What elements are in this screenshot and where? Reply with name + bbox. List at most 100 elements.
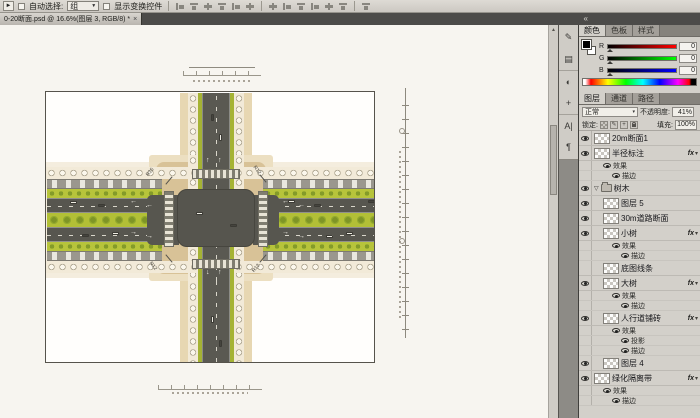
layer-thumbnail[interactable] xyxy=(603,312,619,324)
visibility-eye-icon[interactable] xyxy=(612,328,620,333)
layer-row[interactable]: 人行道铺砖 fx ▾ xyxy=(579,311,700,326)
visibility-eye-icon[interactable] xyxy=(581,215,589,221)
fx-chevron-icon[interactable]: ▾ xyxy=(694,315,700,322)
layer-effect-row[interactable]: 描边 xyxy=(579,346,700,356)
distribute-right-icon[interactable] xyxy=(338,1,349,11)
character-panel-icon[interactable]: A| xyxy=(559,114,578,136)
align-middle-icon[interactable] xyxy=(231,1,242,11)
visibility-eye-icon[interactable] xyxy=(581,315,589,321)
layer-effect-row[interactable]: 描边 xyxy=(579,251,700,261)
layer-row[interactable]: 绿化隔离带 fx ▾ xyxy=(579,371,700,386)
layer-row[interactable]: 20m断面1 xyxy=(579,131,700,146)
visibility-eye-icon[interactable] xyxy=(581,230,589,236)
layer-row[interactable]: 图层 4 xyxy=(579,356,700,371)
auto-align-icon[interactable] xyxy=(361,1,372,11)
layer-effect-row[interactable]: 效果 xyxy=(579,161,700,171)
distribute-left-icon[interactable] xyxy=(310,1,321,11)
tab-color[interactable]: 颜色 xyxy=(579,25,606,36)
blend-mode-dropdown[interactable]: 正常 ▾ xyxy=(582,107,638,117)
fx-chevron-icon[interactable]: ▾ xyxy=(694,230,700,237)
layer-row[interactable]: 图层 5 xyxy=(579,196,700,211)
align-center-h-icon[interactable] xyxy=(189,1,200,11)
visibility-eye-icon[interactable] xyxy=(612,173,620,178)
fx-chevron-icon[interactable]: ▾ xyxy=(694,280,700,287)
opacity-field[interactable]: 41% xyxy=(671,107,694,117)
clone-source-panel-icon[interactable]: ▤ xyxy=(559,48,578,70)
tab-swatches[interactable]: 色板 xyxy=(606,25,633,36)
brush-panel-icon[interactable]: ✎ xyxy=(559,26,578,48)
layer-thumbnail[interactable] xyxy=(594,132,610,144)
tab-channels[interactable]: 通道 xyxy=(606,93,633,104)
distribute-center-icon[interactable] xyxy=(324,1,335,11)
layer-effect-row[interactable]: 描边 xyxy=(579,171,700,181)
close-icon[interactable]: × xyxy=(133,16,137,23)
layer-row[interactable]: 小树 fx ▾ xyxy=(579,226,700,241)
layer-row[interactable]: 30m道路断面 xyxy=(579,211,700,226)
visibility-eye-icon[interactable] xyxy=(581,135,589,141)
visibility-eye-icon[interactable] xyxy=(621,348,629,353)
blue-value-field[interactable]: 0 xyxy=(679,65,697,75)
lock-transparency-icon[interactable] xyxy=(599,120,608,129)
layer-row[interactable]: 大树 fx ▾ xyxy=(579,276,700,291)
tab-paths[interactable]: 路径 xyxy=(633,93,660,104)
layer-thumbnail[interactable] xyxy=(603,357,619,369)
fx-chevron-icon[interactable]: ▾ xyxy=(694,150,700,157)
green-value-field[interactable]: 0 xyxy=(679,53,697,63)
red-value-field[interactable]: 0 xyxy=(679,41,697,51)
align-bottom-icon[interactable] xyxy=(245,1,256,11)
visibility-eye-icon[interactable] xyxy=(612,293,620,298)
layer-thumbnail[interactable] xyxy=(594,372,610,384)
document-tab[interactable]: 0-20断面.psd @ 16.6%(图层 3, RGB/8) * × xyxy=(0,13,143,25)
layer-thumbnail[interactable] xyxy=(594,147,610,159)
distribute-bottom-icon[interactable] xyxy=(296,1,307,11)
canvas-viewport[interactable]: ↑ ↑ ↓ ↑ ← ← → → ← ← → → R15 R12 R12 R12 xyxy=(0,25,548,418)
align-right-icon[interactable] xyxy=(203,1,214,11)
fill-field[interactable]: 100% xyxy=(675,119,697,130)
foreground-color-swatch[interactable] xyxy=(581,39,592,50)
visibility-eye-icon[interactable] xyxy=(603,388,611,393)
visibility-eye-icon[interactable] xyxy=(581,375,589,381)
distribute-middle-icon[interactable] xyxy=(282,1,293,11)
lock-pixels-icon[interactable]: ✎ xyxy=(609,120,618,129)
masks-panel-icon[interactable]: + xyxy=(559,92,578,114)
layer-thumbnail[interactable] xyxy=(603,212,619,224)
green-slider[interactable] xyxy=(607,55,677,64)
lock-position-icon[interactable]: + xyxy=(619,120,628,129)
visibility-eye-icon[interactable] xyxy=(581,280,589,286)
tab-styles[interactable]: 样式 xyxy=(633,25,660,36)
visibility-eye-icon[interactable] xyxy=(581,185,589,191)
align-top-icon[interactable] xyxy=(217,1,228,11)
layer-effect-row[interactable]: 效果 xyxy=(579,386,700,396)
visibility-eye-icon[interactable] xyxy=(581,150,589,156)
color-spectrum-ramp[interactable] xyxy=(582,78,697,86)
red-slider[interactable] xyxy=(607,43,677,52)
collapse-dock-button[interactable]: « xyxy=(584,14,588,23)
foreground-background-swatches[interactable] xyxy=(581,39,597,56)
paragraph-panel-icon[interactable]: ¶ xyxy=(559,136,578,158)
layer-effect-row[interactable]: 描边 xyxy=(579,396,700,406)
visibility-eye-icon[interactable] xyxy=(612,398,620,403)
tab-layers[interactable]: 图层 xyxy=(579,93,606,104)
adjustments-panel-icon[interactable]: ◐ xyxy=(559,70,578,92)
blue-slider[interactable] xyxy=(607,67,677,76)
fx-chevron-icon[interactable]: ▾ xyxy=(694,375,700,382)
align-left-icon[interactable] xyxy=(175,1,186,11)
visibility-eye-icon[interactable] xyxy=(612,243,620,248)
layer-group-row[interactable]: ▽ 树木 xyxy=(579,181,700,196)
layer-thumbnail[interactable] xyxy=(603,262,619,274)
visibility-eye-icon[interactable] xyxy=(603,163,611,168)
layer-effect-row[interactable]: 效果 xyxy=(579,326,700,336)
layer-effect-row[interactable]: 投影 xyxy=(579,336,700,346)
layer-effect-row[interactable]: 描边 xyxy=(579,301,700,311)
visibility-eye-icon[interactable] xyxy=(621,338,629,343)
visibility-eye-icon[interactable] xyxy=(621,303,629,308)
layer-row[interactable]: 底图线条 xyxy=(579,261,700,276)
layer-effect-row[interactable]: 效果 xyxy=(579,241,700,251)
layer-thumbnail[interactable] xyxy=(603,197,619,209)
visibility-eye-icon[interactable] xyxy=(621,253,629,258)
group-expand-triangle-icon[interactable]: ▽ xyxy=(594,185,599,192)
visibility-eye-icon[interactable] xyxy=(581,200,589,206)
visibility-eye-icon[interactable] xyxy=(581,360,589,366)
layer-row[interactable]: 半径标注 fx ▾ xyxy=(579,146,700,161)
layer-thumbnail[interactable] xyxy=(603,277,619,289)
